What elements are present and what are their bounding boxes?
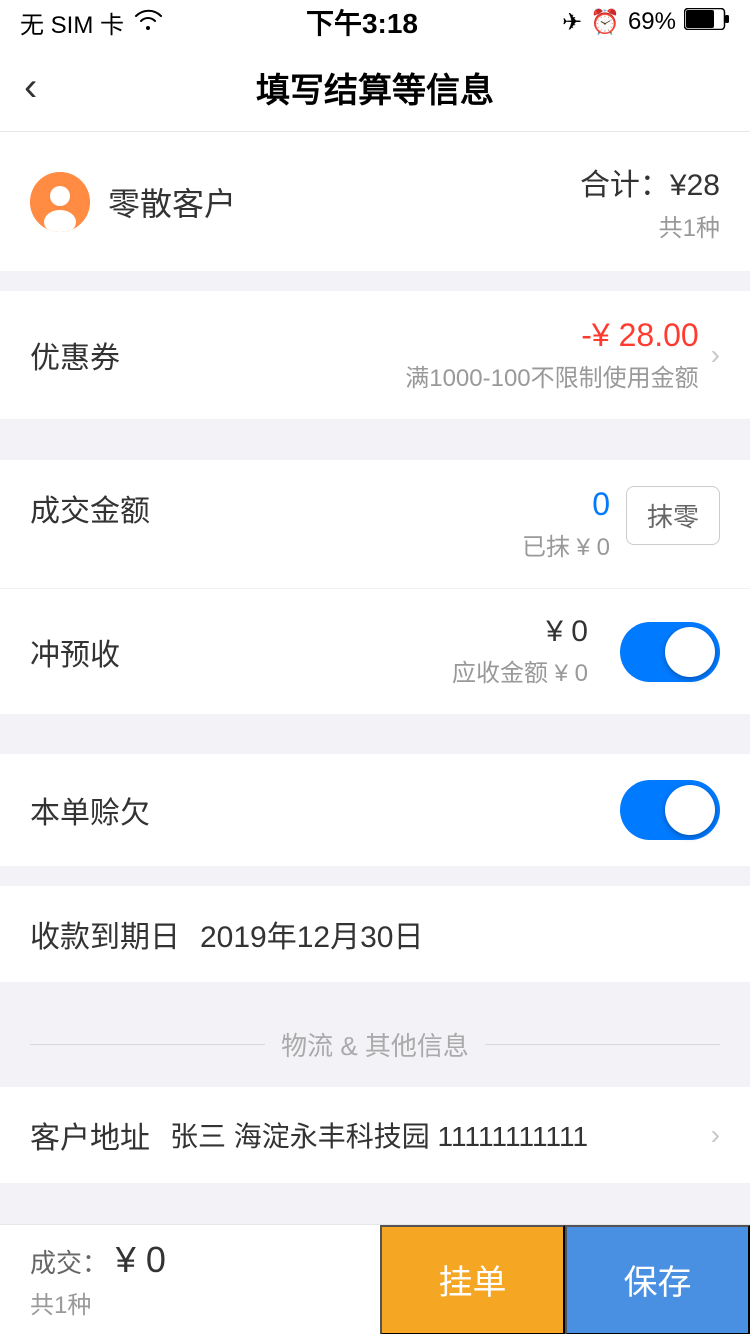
coupon-chevron: › [711, 339, 720, 371]
address-section[interactable]: 客户地址 张三 海淀永丰科技园 11111111111 › [0, 1087, 750, 1183]
due-date-value: 2019年12月30日 [200, 912, 423, 956]
battery-icon [684, 8, 730, 37]
due-date-row: 收款到期日 2019年12月30日 [0, 886, 750, 982]
prepay-sub: 应收金额 ¥ 0 [452, 653, 588, 688]
status-right: ✈ ⏰ 69% [562, 8, 730, 37]
time-display: 下午3:18 [306, 2, 418, 42]
deal-label: 成交金额 [30, 486, 150, 530]
hold-button[interactable]: 挂单 [380, 1225, 565, 1334]
deal-row: 成交金额 0 已抹 ¥ 0 抹零 [0, 460, 750, 589]
prepay-toggle[interactable] [620, 622, 720, 682]
customer-avatar [30, 172, 90, 232]
total-count: 共1种 [580, 208, 720, 243]
credit-toggle-knob [665, 785, 715, 835]
coupon-value: -¥ 28.00 [405, 317, 698, 354]
coupon-sub: 满1000-100不限制使用金额 [405, 358, 698, 393]
coupon-row[interactable]: 优惠券 -¥ 28.00 满1000-100不限制使用金额 › [0, 291, 750, 420]
logistics-line-left [30, 1044, 265, 1045]
address-label: 客户地址 [30, 1113, 150, 1157]
logistics-line-right [485, 1044, 720, 1045]
bottom-deal-label: 成交： [30, 1248, 108, 1278]
deal-sub: 已抹 ¥ 0 [522, 527, 610, 562]
prepay-label: 冲预收 [30, 630, 120, 674]
credit-section: 本单赊欠 [0, 754, 750, 866]
bottom-count: 共1种 [30, 1285, 350, 1320]
prepay-toggle-knob [665, 627, 715, 677]
logistics-title-text: 物流 & 其他信息 [281, 1026, 469, 1063]
customer-left: 零散客户 [30, 172, 236, 232]
coupon-right: -¥ 28.00 满1000-100不限制使用金额 › [405, 317, 720, 393]
customer-row: 零散客户 合计：¥28 共1种 [0, 132, 750, 271]
due-date-label: 收款到期日 [30, 912, 180, 956]
status-left: 无 SIM 卡 [20, 5, 162, 40]
deal-value-col: 0 已抹 ¥ 0 [522, 486, 610, 562]
wifi-icon [134, 8, 162, 36]
customer-section: 零散客户 合计：¥28 共1种 [0, 132, 750, 271]
due-date-section: 收款到期日 2019年12月30日 [0, 886, 750, 982]
bottom-deal-amount: ¥ 0 [116, 1239, 166, 1280]
back-button[interactable]: ‹ [24, 65, 37, 110]
content: 零散客户 合计：¥28 共1种 优惠券 -¥ 28.00 满1000-100不限… [0, 132, 750, 1323]
location-icon: ✈ [562, 8, 582, 37]
address-row[interactable]: 客户地址 张三 海淀永丰科技园 11111111111 › [0, 1087, 750, 1183]
deal-right: 0 已抹 ¥ 0 抹零 [522, 486, 720, 562]
deal-value: 0 [592, 486, 610, 522]
section-divider-2 [0, 734, 750, 754]
customer-name: 零散客户 [108, 179, 236, 225]
credit-label: 本单赊欠 [30, 788, 150, 832]
coupon-label: 优惠券 [30, 333, 120, 377]
bottom-left: 成交： ¥ 0 共1种 [0, 1239, 380, 1320]
page-title: 填写结算等信息 [256, 63, 494, 112]
coupon-value-col: -¥ 28.00 满1000-100不限制使用金额 [405, 317, 698, 393]
prepay-right: ¥ 0 应收金额 ¥ 0 [452, 615, 720, 688]
address-value: 张三 海淀永丰科技园 11111111111 [170, 1115, 711, 1155]
prepay-row: 冲预收 ¥ 0 应收金额 ¥ 0 [0, 589, 750, 714]
status-bar: 无 SIM 卡 下午3:18 ✈ ⏰ 69% [0, 0, 750, 44]
customer-total: 合计：¥28 共1种 [580, 160, 720, 243]
battery-text: 69% [628, 8, 676, 36]
address-chevron: › [711, 1119, 720, 1151]
alarm-icon: ⏰ [590, 8, 620, 37]
bottom-bar: 成交： ¥ 0 共1种 挂单 保存 [0, 1224, 750, 1334]
prepay-amount: ¥ 0 [452, 615, 588, 649]
logistics-title: 物流 & 其他信息 [30, 1026, 720, 1063]
round-off-button[interactable]: 抹零 [626, 486, 720, 545]
credit-toggle[interactable] [620, 780, 720, 840]
bottom-deal-line: 成交： ¥ 0 [30, 1239, 350, 1281]
save-button[interactable]: 保存 [565, 1225, 750, 1334]
credit-row: 本单赊欠 [0, 754, 750, 866]
total-amount: 合计：¥28 [580, 160, 720, 204]
deal-section: 成交金额 0 已抹 ¥ 0 抹零 冲预收 ¥ 0 应收金额 ¥ 0 [0, 460, 750, 714]
prepay-amounts: ¥ 0 应收金额 ¥ 0 [452, 615, 588, 688]
logistics-header: 物流 & 其他信息 [0, 1002, 750, 1087]
section-divider-1 [0, 440, 750, 460]
coupon-section[interactable]: 优惠券 -¥ 28.00 满1000-100不限制使用金额 › [0, 291, 750, 420]
carrier-text: 无 SIM 卡 [20, 5, 124, 40]
nav-bar: ‹ 填写结算等信息 [0, 44, 750, 132]
